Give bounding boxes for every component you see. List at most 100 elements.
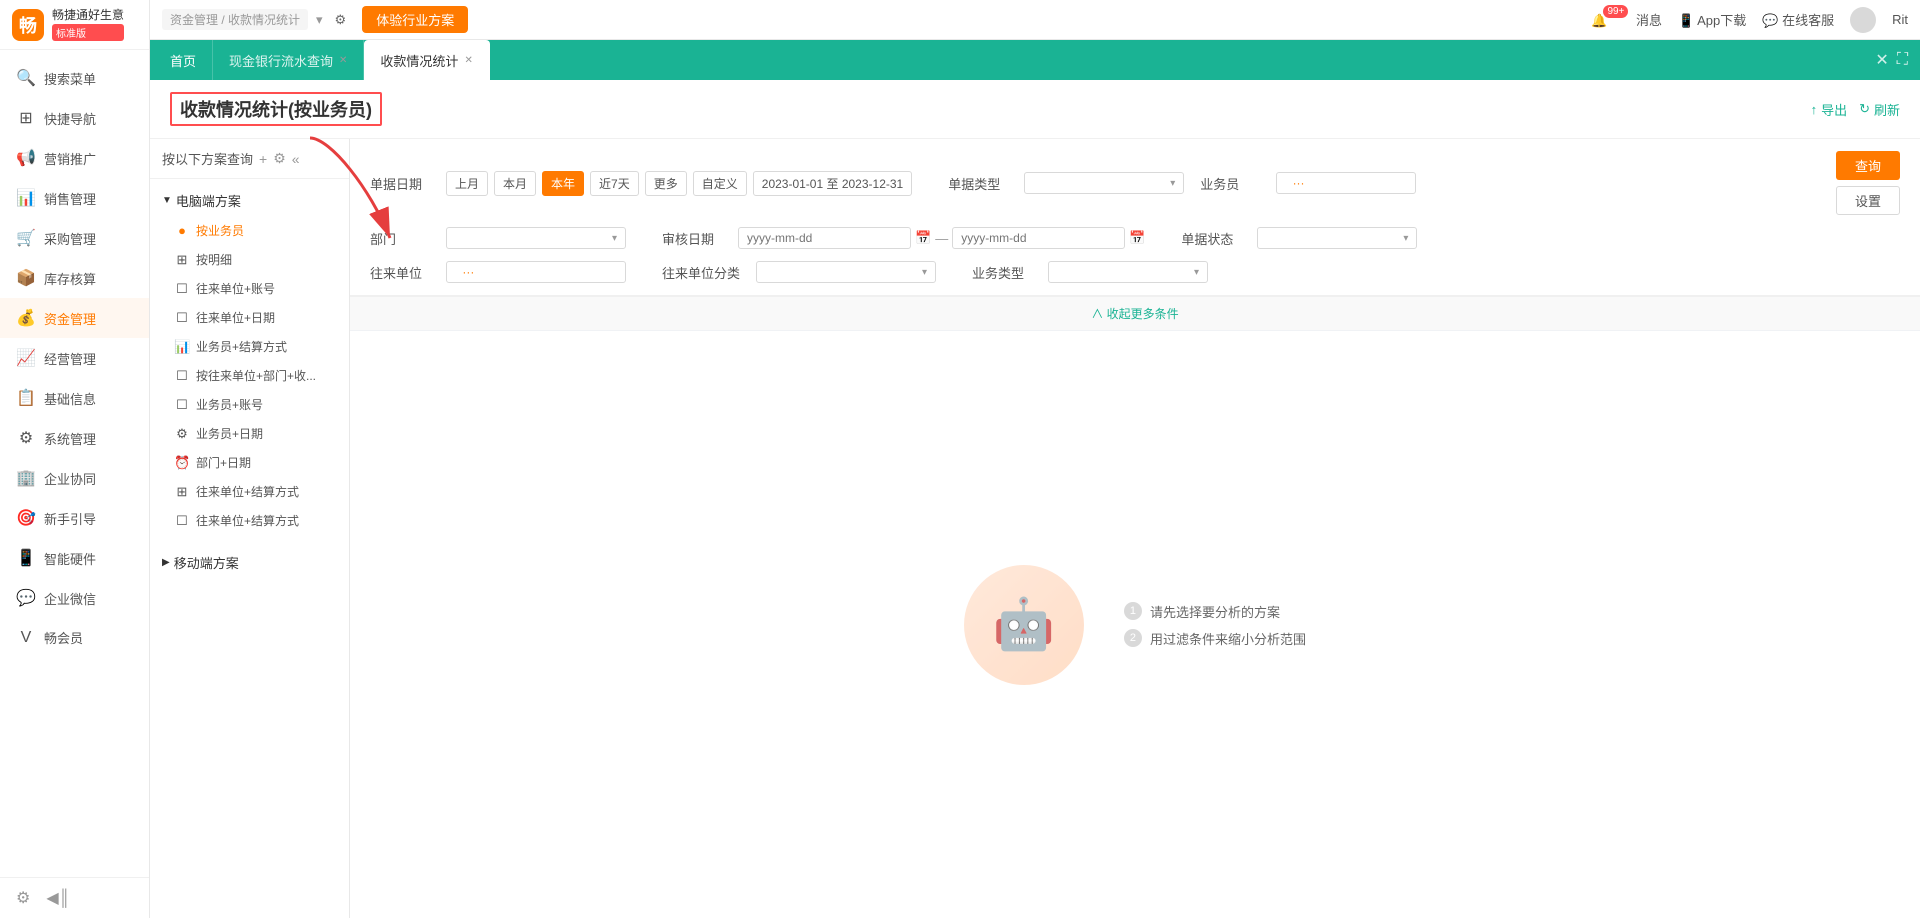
sidebar-item-system[interactable]: ⚙ 系统管理	[0, 418, 149, 458]
online-service-link[interactable]: 💬 在线客服	[1762, 10, 1834, 29]
sidebar-item-quick-nav[interactable]: ⊞ 快捷导航	[0, 98, 149, 138]
sidebar-collapse-icon[interactable]: ◀║	[46, 888, 70, 908]
plan-item-unit-payment2[interactable]: ☐ 往来单位+结算方式	[150, 506, 349, 535]
review-date-end-input[interactable]	[952, 227, 1125, 249]
plan-item-unit-account[interactable]: ☐ 往来单位+账号	[150, 274, 349, 303]
plan-item-salesman-account[interactable]: ☐ 业务员+账号	[150, 390, 349, 419]
counterpart-type-label: 往来单位分类	[662, 263, 740, 282]
biz-type-select[interactable]: ▾	[1048, 261, 1208, 283]
page-header-actions: ↑ 导出 ↻ 刷新	[1811, 100, 1900, 119]
notifications-bell-icon[interactable]: 🔔99+ 消息	[1591, 10, 1662, 29]
plan-settings-icon[interactable]: ⚙	[273, 150, 286, 167]
tab-bank-flow-close-icon[interactable]: ✕	[339, 55, 347, 66]
export-button[interactable]: ↑ 导出	[1811, 100, 1848, 119]
tab-bank-flow[interactable]: 现金银行流水查询 ✕	[213, 40, 364, 80]
left-panel-header: 按以下方案查询 + ⚙ «	[150, 139, 349, 179]
voucher-status-select[interactable]: ▾	[1257, 227, 1417, 249]
sidebar-settings-icon[interactable]: ⚙	[16, 888, 30, 908]
refresh-icon: ↻	[1859, 101, 1870, 117]
settings-button[interactable]: 设置	[1836, 186, 1900, 215]
plan-item-salesman-date[interactable]: ⚙ 业务员+日期	[150, 419, 349, 448]
more-date-btn[interactable]: 更多	[645, 171, 687, 196]
tab-home[interactable]: 首页	[154, 40, 213, 80]
sidebar-nav: 🔍 搜索菜单 ⊞ 快捷导航 📢 营销推广 📊 销售管理 🛒 采购管理 📦 库存核…	[0, 50, 149, 877]
plan-detail-icon: ⊞	[174, 252, 190, 268]
counterpart-select[interactable]: ···	[446, 261, 626, 283]
plan-item-salesman-payment[interactable]: 📊 业务员+结算方式	[150, 332, 349, 361]
panel-collapse-icon[interactable]: «	[292, 151, 300, 167]
sidebar-item-sales[interactable]: 📊 销售管理	[0, 178, 149, 218]
topbar-gear-icon[interactable]: ⚙	[335, 12, 347, 28]
review-date-start-input[interactable]	[738, 227, 911, 249]
pc-plans-group[interactable]: ▼ 电脑端方案	[150, 185, 349, 216]
plan-item-unit-payment1[interactable]: ⊞ 往来单位+结算方式	[150, 477, 349, 506]
voucher-type-chevron-icon: ▾	[1170, 178, 1175, 189]
biz-type-chevron-icon: ▾	[1194, 267, 1199, 278]
sidebar-item-guide[interactable]: 🎯 新手引导	[0, 498, 149, 538]
user-name: Rit	[1892, 12, 1908, 27]
counterpart-more-btn[interactable]: ···	[462, 265, 474, 279]
user-avatar[interactable]	[1850, 7, 1876, 33]
logo-badge: 标准版	[52, 24, 124, 41]
topbar-right: 🔔99+ 消息 📱 App下载 💬 在线客服 Rit	[1591, 7, 1908, 33]
left-panel: 按以下方案查询 + ⚙ « ▼ 电脑端方案 ● 按业务员 ⊞ 按明细	[150, 139, 350, 918]
add-plan-icon[interactable]: +	[259, 151, 267, 167]
plan-unit-payment1-icon: ⊞	[174, 484, 190, 500]
plan-item-unit-date[interactable]: ☐ 往来单位+日期	[150, 303, 349, 332]
sidebar-item-inventory[interactable]: 📦 库存核算	[0, 258, 149, 298]
sidebar-item-operations[interactable]: 📈 经营管理	[0, 338, 149, 378]
voucher-status-label: 单据状态	[1181, 229, 1241, 248]
tab-bar: 首页 现金银行流水查询 ✕ 收款情况统计 ✕ ✕ ⛶	[150, 40, 1920, 80]
plan-item-by-salesman[interactable]: ● 按业务员	[150, 216, 349, 245]
sidebar-item-basic-info[interactable]: 📋 基础信息	[0, 378, 149, 418]
voucher-type-select[interactable]: ▾	[1024, 172, 1184, 194]
tab-maximize-icon[interactable]: ⛶	[1897, 51, 1908, 69]
content-area: 按以下方案查询 + ⚙ « ▼ 电脑端方案 ● 按业务员 ⊞ 按明细	[150, 139, 1920, 918]
breadcrumb-chevron-icon[interactable]: ▾	[316, 12, 323, 28]
salesman-more-btn[interactable]: ···	[1293, 176, 1305, 190]
sidebar-item-member[interactable]: V 畅会员	[0, 618, 149, 657]
notifications-badge: 99+	[1603, 5, 1628, 18]
pc-plans-arrow-icon: ▼	[162, 195, 172, 206]
sidebar-item-wechat[interactable]: 💬 企业微信	[0, 578, 149, 618]
mobile-plans-group[interactable]: ▶ 移动端方案	[150, 547, 349, 578]
sidebar-logo: 畅 畅捷通好生意 标准版	[0, 0, 149, 50]
counterpart-type-chevron-icon: ▾	[922, 267, 927, 278]
sidebar-item-enterprise[interactable]: 🏢 企业协同	[0, 458, 149, 498]
mobile-plan-section: ▶ 移动端方案	[150, 541, 349, 584]
breadcrumb: 资金管理 / 收款情况统计	[162, 9, 308, 30]
this-month-btn[interactable]: 本月	[494, 171, 536, 196]
plan-item-dept-date[interactable]: ⏰ 部门+日期	[150, 448, 349, 477]
counterpart-type-select[interactable]: ▾	[756, 261, 936, 283]
refresh-button[interactable]: ↻ 刷新	[1859, 100, 1900, 119]
tab-receipts[interactable]: 收款情况统计 ✕	[364, 40, 489, 80]
review-date-calendar-icon[interactable]: 📅	[915, 230, 931, 246]
tip-num-2: 2	[1124, 629, 1142, 647]
plan-unit-date-icon: ☐	[174, 310, 190, 326]
page-header: 收款情况统计(按业务员) ↑ 导出 ↻ 刷新	[150, 80, 1920, 139]
plan-item-unit-dept-receipts[interactable]: ☐ 按往来单位+部门+收...	[150, 361, 349, 390]
this-year-btn[interactable]: 本年	[542, 171, 584, 196]
salesman-select[interactable]: ···	[1276, 172, 1416, 194]
sidebar-item-search-menu[interactable]: 🔍 搜索菜单	[0, 58, 149, 98]
custom-date-btn[interactable]: 自定义	[693, 171, 747, 196]
filter-actions: 查询 设置	[1836, 151, 1900, 215]
sidebar-item-hardware[interactable]: 📱 智能硬件	[0, 538, 149, 578]
operations-icon: 📈	[16, 348, 36, 368]
tab-receipts-close-icon[interactable]: ✕	[464, 55, 472, 66]
app-download-link[interactable]: 📱 App下载	[1678, 10, 1746, 29]
dept-select[interactable]: ▾	[446, 227, 626, 249]
salesman-label: 业务员	[1200, 174, 1260, 193]
last-month-btn[interactable]: 上月	[446, 171, 488, 196]
plan-item-by-detail[interactable]: ⊞ 按明细	[150, 245, 349, 274]
sidebar-item-purchase[interactable]: 🛒 采购管理	[0, 218, 149, 258]
collapse-bar[interactable]: ∧ 收起更多条件	[350, 296, 1920, 330]
trial-button[interactable]: 体验行业方案	[362, 6, 468, 33]
filter-row-1: 单据日期 上月 本月 本年 近7天 更多 自定义 2023-01-01 至 20…	[370, 151, 1900, 215]
last-7days-btn[interactable]: 近7天	[590, 171, 639, 196]
sidebar-item-marketing[interactable]: 📢 营销推广	[0, 138, 149, 178]
sidebar-item-finance[interactable]: 💰 资金管理	[0, 298, 149, 338]
review-date-end-calendar-icon[interactable]: 📅	[1129, 230, 1145, 246]
tab-close-all-icon[interactable]: ✕	[1875, 50, 1888, 70]
query-button[interactable]: 查询	[1836, 151, 1900, 180]
